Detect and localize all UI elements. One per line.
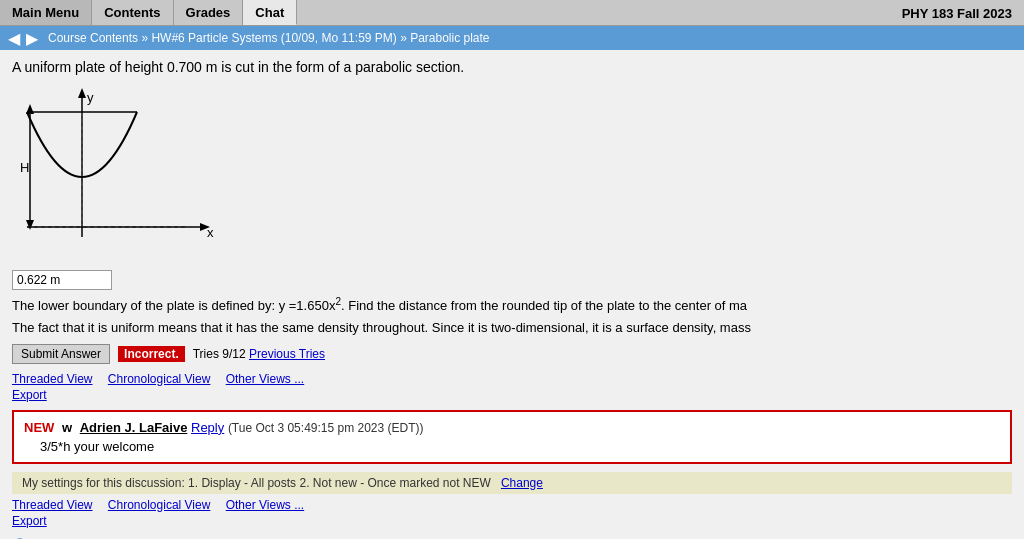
other-views-link[interactable]: Other Views ...	[226, 372, 304, 386]
discussion-views-2: Threaded View Chronological View Other V…	[12, 498, 1012, 512]
settings-change-link[interactable]: Change	[501, 476, 543, 490]
forward-arrow-icon[interactable]: ▶	[26, 29, 38, 48]
post-new-badge: NEW	[24, 420, 54, 435]
settings-detail: 1. Display - All posts 2. Not new - Once…	[188, 476, 491, 490]
submit-answer-button[interactable]: Submit Answer	[12, 344, 110, 364]
previous-tries-link[interactable]: Previous Tries	[249, 347, 325, 361]
course-title: PHY 183 Fall 2023	[902, 5, 1012, 20]
diagram-area: y H x	[12, 82, 1012, 262]
post-reply-link[interactable]: Reply	[191, 420, 224, 435]
svg-text:x: x	[207, 225, 214, 240]
settings-text: My settings for this discussion:	[22, 476, 185, 490]
tries-text: Tries 9/12 Previous Tries	[193, 347, 325, 361]
nav-contents[interactable]: Contents	[92, 0, 173, 25]
breadcrumb: Course Contents » HW#6 Particle Systems …	[48, 31, 490, 45]
nav-chat[interactable]: Chat	[243, 0, 297, 25]
parabola-diagram: y H x	[12, 82, 232, 262]
submit-row: Submit Answer Incorrect. Tries 9/12 Prev…	[12, 344, 1012, 364]
svg-marker-7	[26, 220, 34, 230]
nav-grades[interactable]: Grades	[174, 0, 244, 25]
chronological-view-link-2[interactable]: Chronological View	[108, 498, 211, 512]
post-w: w	[62, 420, 72, 435]
post-header: NEW w Adrien J. LaFaive Reply (Tue Oct 3…	[24, 420, 1000, 435]
svg-text:H: H	[20, 160, 29, 175]
threaded-view-link-2[interactable]: Threaded View	[12, 498, 93, 512]
threaded-view-link[interactable]: Threaded View	[12, 372, 93, 386]
discussion-views: Threaded View Chronological View Other V…	[12, 372, 1012, 386]
other-views-link-2[interactable]: Other Views ...	[226, 498, 304, 512]
uniform-text: The fact that it is uniform means that i…	[12, 319, 1012, 337]
export-link-2[interactable]: Export	[12, 514, 1012, 528]
post-author: Adrien J. LaFaive	[80, 420, 188, 435]
export-link[interactable]: Export	[12, 388, 1012, 402]
lower-boundary-text: The lower boundary of the plate is defin…	[12, 294, 1012, 316]
nav-main-menu[interactable]: Main Menu	[0, 0, 92, 25]
settings-bar: My settings for this discussion: 1. Disp…	[12, 472, 1012, 494]
main-content: A uniform plate of height 0.700 m is cut…	[0, 50, 1024, 539]
svg-text:y: y	[87, 90, 94, 105]
breadcrumb-bar: ◀ ▶ Course Contents » HW#6 Particle Syst…	[0, 26, 1024, 50]
svg-marker-1	[78, 88, 86, 98]
back-arrow-icon[interactable]: ◀	[8, 29, 20, 48]
incorrect-badge: Incorrect.	[118, 346, 185, 362]
post-body: 3/5*h your welcome	[40, 439, 1000, 454]
post-discussion-row: ◯ Post Discussion	[12, 536, 1012, 539]
post-discussion-icon: ◯	[12, 536, 28, 539]
post-box: NEW w Adrien J. LaFaive Reply (Tue Oct 3…	[12, 410, 1012, 464]
answer-input-row	[12, 270, 1012, 290]
chronological-view-link[interactable]: Chronological View	[108, 372, 211, 386]
answer-input[interactable]	[12, 270, 112, 290]
problem-statement: A uniform plate of height 0.700 m is cut…	[12, 58, 1012, 78]
post-date: (Tue Oct 3 05:49:15 pm 2023 (EDT))	[228, 421, 424, 435]
top-nav: Main Menu Contents Grades Chat PHY 183 F…	[0, 0, 1024, 26]
